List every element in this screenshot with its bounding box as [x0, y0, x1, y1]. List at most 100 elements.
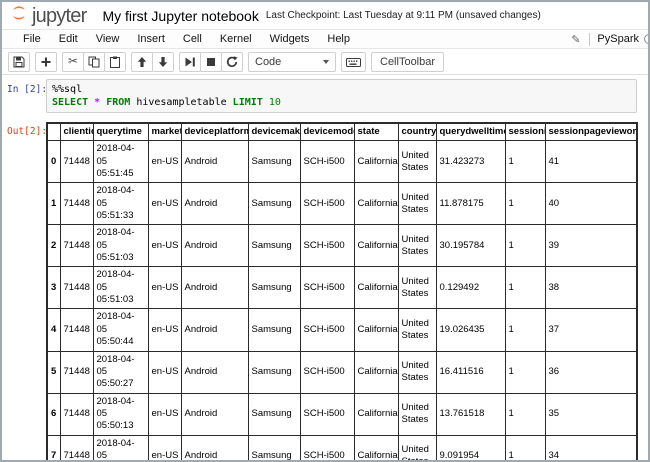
table-cell: SCH-i500 [299, 266, 355, 310]
table-header-row: clientidquerytimemarketdeviceplatformdev… [46, 122, 638, 142]
paste-icon [109, 56, 121, 68]
save-icon [13, 56, 25, 68]
table-cell: 1 [504, 140, 546, 184]
notebook-title[interactable]: My first Jupyter notebook [102, 8, 258, 24]
table-cell: Android [180, 308, 249, 352]
table-cell: California [353, 224, 399, 268]
toolbar-button-groups: ✂ [8, 51, 243, 72]
jupyter-logo-text: jupyter [32, 4, 87, 27]
column-header: sessionpagevieworder [544, 122, 638, 142]
toolbar-group [8, 51, 30, 72]
row-index: 7 [46, 434, 61, 460]
paste-cells-button[interactable] [104, 51, 126, 72]
table-cell: Samsung [247, 140, 301, 184]
table-cell: 37 [544, 308, 638, 352]
cell-type-dropdown[interactable]: Code [248, 51, 336, 72]
menu-file[interactable]: File [14, 33, 50, 45]
table-cell: 71448 [59, 350, 94, 394]
row-index: 5 [46, 350, 61, 394]
table-row: 4 71448 2018-04-05 05:50:44 en-US Android Sam… [46, 308, 638, 352]
notebook-body: In [2]: %%sql SELECT * FROM hivesampletab… [2, 75, 648, 460]
column-header: country [397, 122, 437, 142]
table-cell: en-US [147, 140, 182, 184]
restart-kernel-button[interactable] [221, 51, 243, 72]
row-index: 4 [46, 308, 61, 352]
table-cell: en-US [147, 182, 182, 226]
table-cell: California [353, 266, 399, 310]
scissors-icon: ✂ [67, 54, 79, 68]
command-palette-button[interactable] [341, 51, 366, 72]
output-prompt: Out[2]: [7, 126, 48, 137]
row-index: 2 [46, 224, 61, 268]
table-cell: Android [180, 434, 249, 460]
table-cell: United States [397, 308, 437, 352]
table-cell: 2018-04-05 05:51:03 [92, 266, 149, 310]
table-cell: 71448 [59, 140, 94, 184]
insert-cell-below-button[interactable] [35, 51, 57, 72]
table-cell: 1 [504, 182, 546, 226]
keyboard-icon [346, 56, 361, 68]
table-cell: Samsung [247, 308, 301, 352]
table-cell: Samsung [247, 392, 301, 436]
restart-icon [226, 55, 238, 68]
table-cell: Samsung [247, 350, 301, 394]
table-cell: SCH-i500 [299, 350, 355, 394]
interrupt-kernel-button[interactable] [200, 51, 222, 72]
column-header: querydwelltime [435, 122, 506, 142]
table-cell: United States [397, 140, 437, 184]
table-cell: 2018-04-05 05:51:33 [92, 182, 149, 226]
save-button[interactable] [8, 51, 30, 72]
table-cell: 2018-04-05 05:50:44 [92, 308, 149, 352]
cut-cells-button[interactable]: ✂ [62, 51, 84, 72]
kernel-idle-icon [644, 34, 648, 44]
celltoolbar-button[interactable]: CellToolbar [371, 51, 445, 72]
table-cell: 0.129492 [435, 266, 506, 310]
stop-icon [205, 56, 217, 68]
menubar: File Edit View Insert Cell Kernel Widget… [2, 29, 648, 49]
table-cell: en-US [147, 392, 182, 436]
table-row: 6 71448 2018-04-05 05:50:13 en-US Android Sam… [46, 392, 638, 436]
toolbar-group [131, 51, 174, 72]
menu-insert[interactable]: Insert [128, 33, 174, 45]
cell-type-value: Code [255, 55, 282, 68]
table-cell: California [353, 182, 399, 226]
table-cell: United States [397, 392, 437, 436]
copy-icon [88, 56, 100, 68]
table-cell: California [353, 140, 399, 184]
table-cell: 2018-04-05 05:50:27 [92, 350, 149, 394]
column-header: state [353, 122, 399, 142]
divider [589, 32, 591, 46]
menu-widgets[interactable]: Widgets [261, 33, 319, 45]
column-header: market [147, 122, 182, 142]
menu-edit[interactable]: Edit [50, 33, 87, 45]
table-cell: United States [397, 350, 437, 394]
table-cell: SCH-i500 [299, 392, 355, 436]
menu-view[interactable]: View [87, 33, 129, 45]
move-cell-up-button[interactable] [131, 51, 153, 72]
checkpoint-status: Last Checkpoint: Last Tuesday at 9:11 PM… [265, 10, 541, 21]
table-cell: 16.411516 [435, 350, 506, 394]
copy-cells-button[interactable] [83, 51, 105, 72]
code-line: %%sql [52, 84, 83, 95]
chevron-down-icon [323, 59, 329, 64]
jupyter-logo[interactable]: jupyter [9, 3, 87, 28]
toolbar: ✂ Code CellToolbar [2, 49, 648, 75]
table-cell: 35 [544, 392, 638, 436]
table-cell: Android [180, 266, 249, 310]
kernel-indicator-area: ✎ PySpark [571, 32, 648, 46]
result-table: clientidquerytimemarketdeviceplatformdev… [46, 122, 638, 460]
run-cell-button[interactable] [179, 51, 201, 72]
jupyter-notebook-window: jupyter My first Jupyter notebook Last C… [0, 0, 650, 462]
column-header: sessionid [504, 122, 546, 142]
table-cell: 1 [504, 434, 546, 460]
table-cell: SCH-i500 [299, 224, 355, 268]
code-input-area[interactable]: %%sql SELECT * FROM hivesampletable LIMIT… [46, 79, 637, 113]
output-area: Out[2]: clientidquerytimemarketdevicepla… [6, 122, 644, 460]
table-cell: California [353, 308, 399, 352]
output-table-container: clientidquerytimemarketdeviceplatformdev… [46, 122, 638, 460]
table-cell: 71448 [59, 434, 94, 460]
move-cell-down-button[interactable] [152, 51, 174, 72]
menu-kernel[interactable]: Kernel [211, 33, 261, 45]
menu-help[interactable]: Help [318, 33, 359, 45]
menu-cell[interactable]: Cell [174, 33, 211, 45]
